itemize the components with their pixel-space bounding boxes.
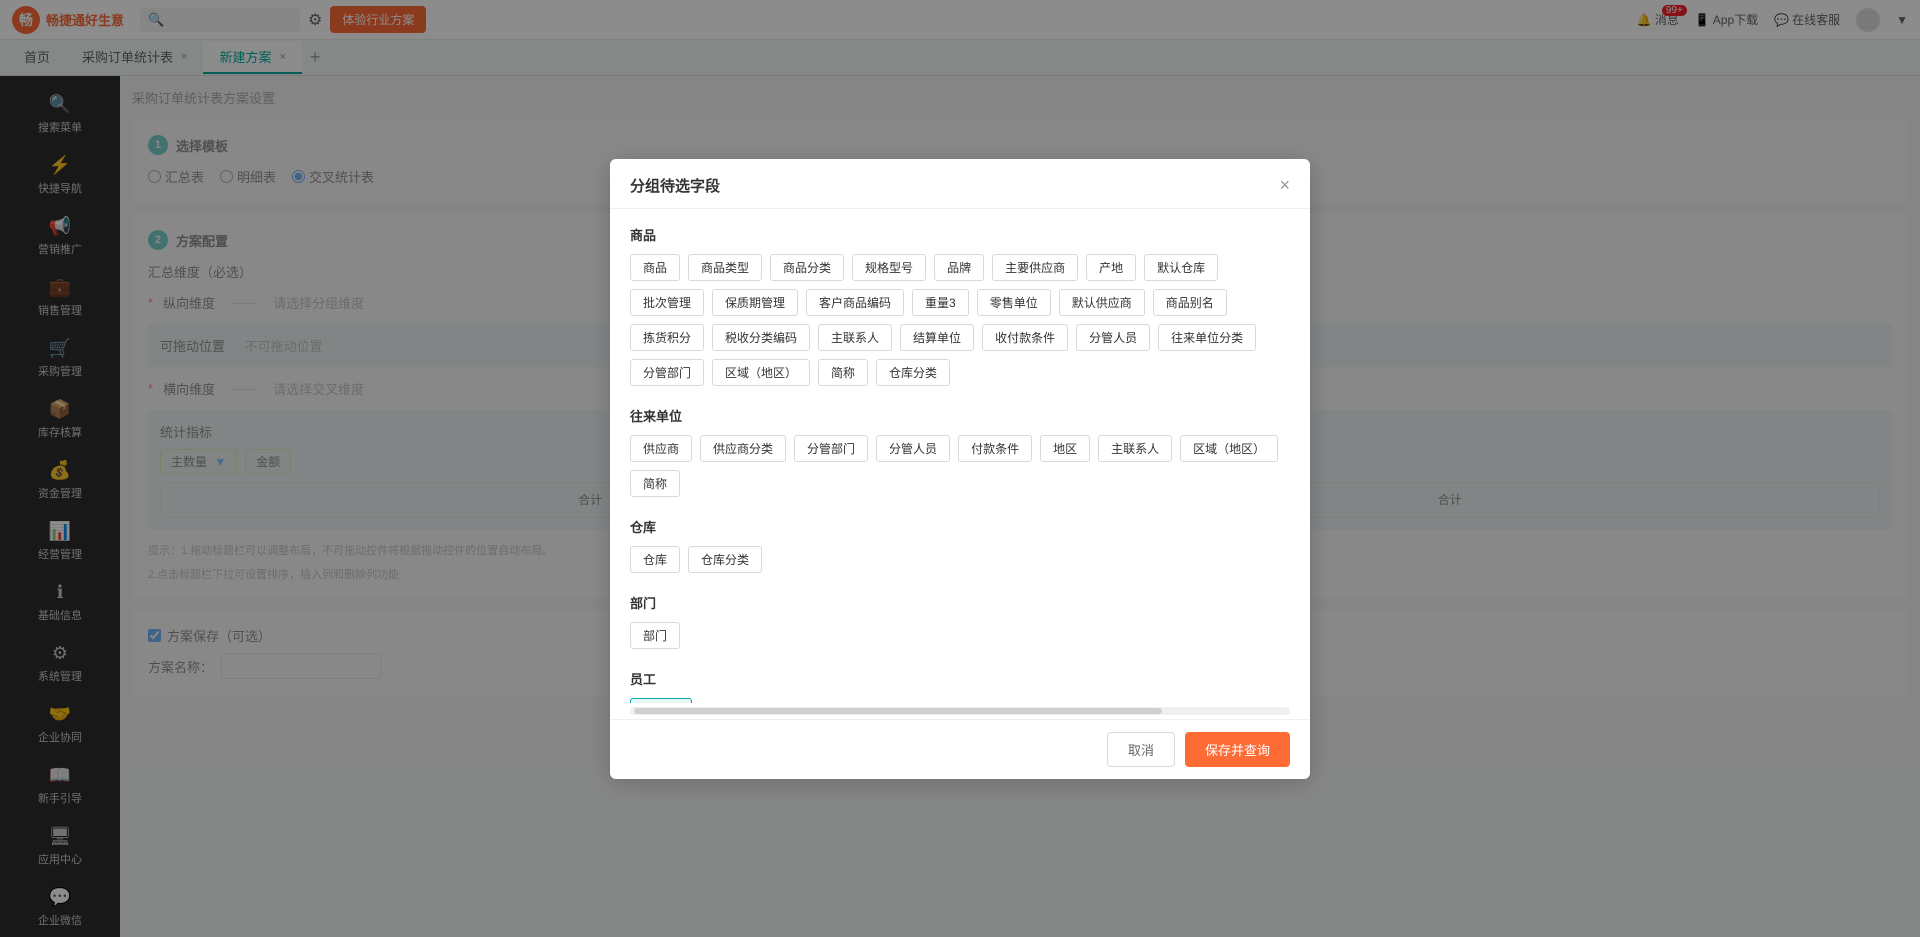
dialog-cancel-button[interactable]: 取消 bbox=[1107, 732, 1175, 767]
chip-product-type[interactable]: 商品类型 bbox=[688, 254, 762, 281]
chip-product[interactable]: 商品 bbox=[630, 254, 680, 281]
chip-supplier-category[interactable]: 供应商分类 bbox=[700, 435, 786, 462]
chip-region[interactable]: 区域（地区） bbox=[712, 359, 810, 386]
chip-batch-mgmt[interactable]: 批次管理 bbox=[630, 289, 704, 316]
chip-supplier[interactable]: 供应商 bbox=[630, 435, 692, 462]
department-chips: 部门 bbox=[630, 622, 1290, 649]
dialog-title: 分组待选字段 bbox=[630, 175, 720, 196]
warehouse-chips: 仓库 仓库分类 bbox=[630, 546, 1290, 573]
chip-payment-condition[interactable]: 付款条件 bbox=[958, 435, 1032, 462]
chip-brand[interactable]: 品牌 bbox=[934, 254, 984, 281]
field-group-employee: 员工 业务员 bbox=[630, 669, 1290, 703]
chip-default-warehouse[interactable]: 默认仓库 bbox=[1144, 254, 1218, 281]
chip-abbreviation[interactable]: 简称 bbox=[818, 359, 868, 386]
chip-pick-score[interactable]: 拣货积分 bbox=[630, 324, 704, 351]
chip-spec-model[interactable]: 规格型号 bbox=[852, 254, 926, 281]
field-group-counterpart: 往来单位 供应商 供应商分类 分管部门 分管人员 付款条件 地区 主联系人 区域… bbox=[630, 406, 1290, 497]
chip-region2[interactable]: 区域（地区） bbox=[1180, 435, 1278, 462]
chip-warehouse-category[interactable]: 仓库分类 bbox=[876, 359, 950, 386]
field-group-warehouse: 仓库 仓库 仓库分类 bbox=[630, 517, 1290, 573]
chip-main-contact2[interactable]: 主联系人 bbox=[1098, 435, 1172, 462]
dialog-close-button[interactable]: × bbox=[1279, 176, 1290, 194]
chip-customer-code[interactable]: 客户商品编码 bbox=[806, 289, 904, 316]
dialog: 分组待选字段 × 商品 商品 商品类型 商品分类 规格型号 品牌 主要供应商 产… bbox=[610, 159, 1310, 779]
field-group-employee-title: 员工 bbox=[630, 669, 1290, 688]
chip-main-contact[interactable]: 主联系人 bbox=[818, 324, 892, 351]
horizontal-scrollbar[interactable] bbox=[630, 707, 1290, 715]
chip-expiry-mgmt[interactable]: 保质期管理 bbox=[712, 289, 798, 316]
chip-dept[interactable]: 分管部门 bbox=[630, 359, 704, 386]
chip-default-supplier[interactable]: 默认供应商 bbox=[1059, 289, 1145, 316]
chip-weight[interactable]: 重量3 bbox=[912, 289, 969, 316]
chip-area[interactable]: 地区 bbox=[1040, 435, 1090, 462]
chip-department[interactable]: 部门 bbox=[630, 622, 680, 649]
chip-counterpart-person[interactable]: 分管人员 bbox=[876, 435, 950, 462]
field-group-department-title: 部门 bbox=[630, 593, 1290, 612]
chip-main-supplier[interactable]: 主要供应商 bbox=[992, 254, 1078, 281]
chip-warehouse[interactable]: 仓库 bbox=[630, 546, 680, 573]
dialog-save-button[interactable]: 保存并查询 bbox=[1185, 732, 1290, 767]
chip-counterpart-category[interactable]: 往来单位分类 bbox=[1158, 324, 1256, 351]
chip-payment-terms[interactable]: 收付款条件 bbox=[982, 324, 1068, 351]
field-group-product-title: 商品 bbox=[630, 225, 1290, 244]
chip-tax-code[interactable]: 税收分类编码 bbox=[712, 324, 810, 351]
product-chips: 商品 商品类型 商品分类 规格型号 品牌 主要供应商 产地 默认仓库 批次管理 … bbox=[630, 254, 1290, 386]
chip-counterpart-dept[interactable]: 分管部门 bbox=[794, 435, 868, 462]
scrollbar-thumb bbox=[634, 708, 1162, 714]
chip-product-alias[interactable]: 商品别名 bbox=[1153, 289, 1227, 316]
chip-retail-unit[interactable]: 零售单位 bbox=[977, 289, 1051, 316]
field-group-warehouse-title: 仓库 bbox=[630, 517, 1290, 536]
chip-warehouse-cat[interactable]: 仓库分类 bbox=[688, 546, 762, 573]
field-group-product: 商品 商品 商品类型 商品分类 规格型号 品牌 主要供应商 产地 默认仓库 批次… bbox=[630, 225, 1290, 386]
counterpart-chips: 供应商 供应商分类 分管部门 分管人员 付款条件 地区 主联系人 区域（地区） … bbox=[630, 435, 1290, 497]
field-group-department: 部门 部门 bbox=[630, 593, 1290, 649]
chip-origin[interactable]: 产地 bbox=[1086, 254, 1136, 281]
dialog-header: 分组待选字段 × bbox=[610, 159, 1310, 209]
chip-dept-manager[interactable]: 分管人员 bbox=[1076, 324, 1150, 351]
dialog-body: 商品 商品 商品类型 商品分类 规格型号 品牌 主要供应商 产地 默认仓库 批次… bbox=[610, 209, 1310, 703]
chip-abbreviation2[interactable]: 简称 bbox=[630, 470, 680, 497]
chip-settlement-unit[interactable]: 结算单位 bbox=[900, 324, 974, 351]
dialog-footer: 取消 保存并查询 bbox=[610, 719, 1310, 779]
chip-product-category[interactable]: 商品分类 bbox=[770, 254, 844, 281]
field-group-counterpart-title: 往来单位 bbox=[630, 406, 1290, 425]
dialog-overlay: 分组待选字段 × 商品 商品 商品类型 商品分类 规格型号 品牌 主要供应商 产… bbox=[0, 0, 1920, 937]
dialog-hscroll-area bbox=[610, 703, 1310, 719]
